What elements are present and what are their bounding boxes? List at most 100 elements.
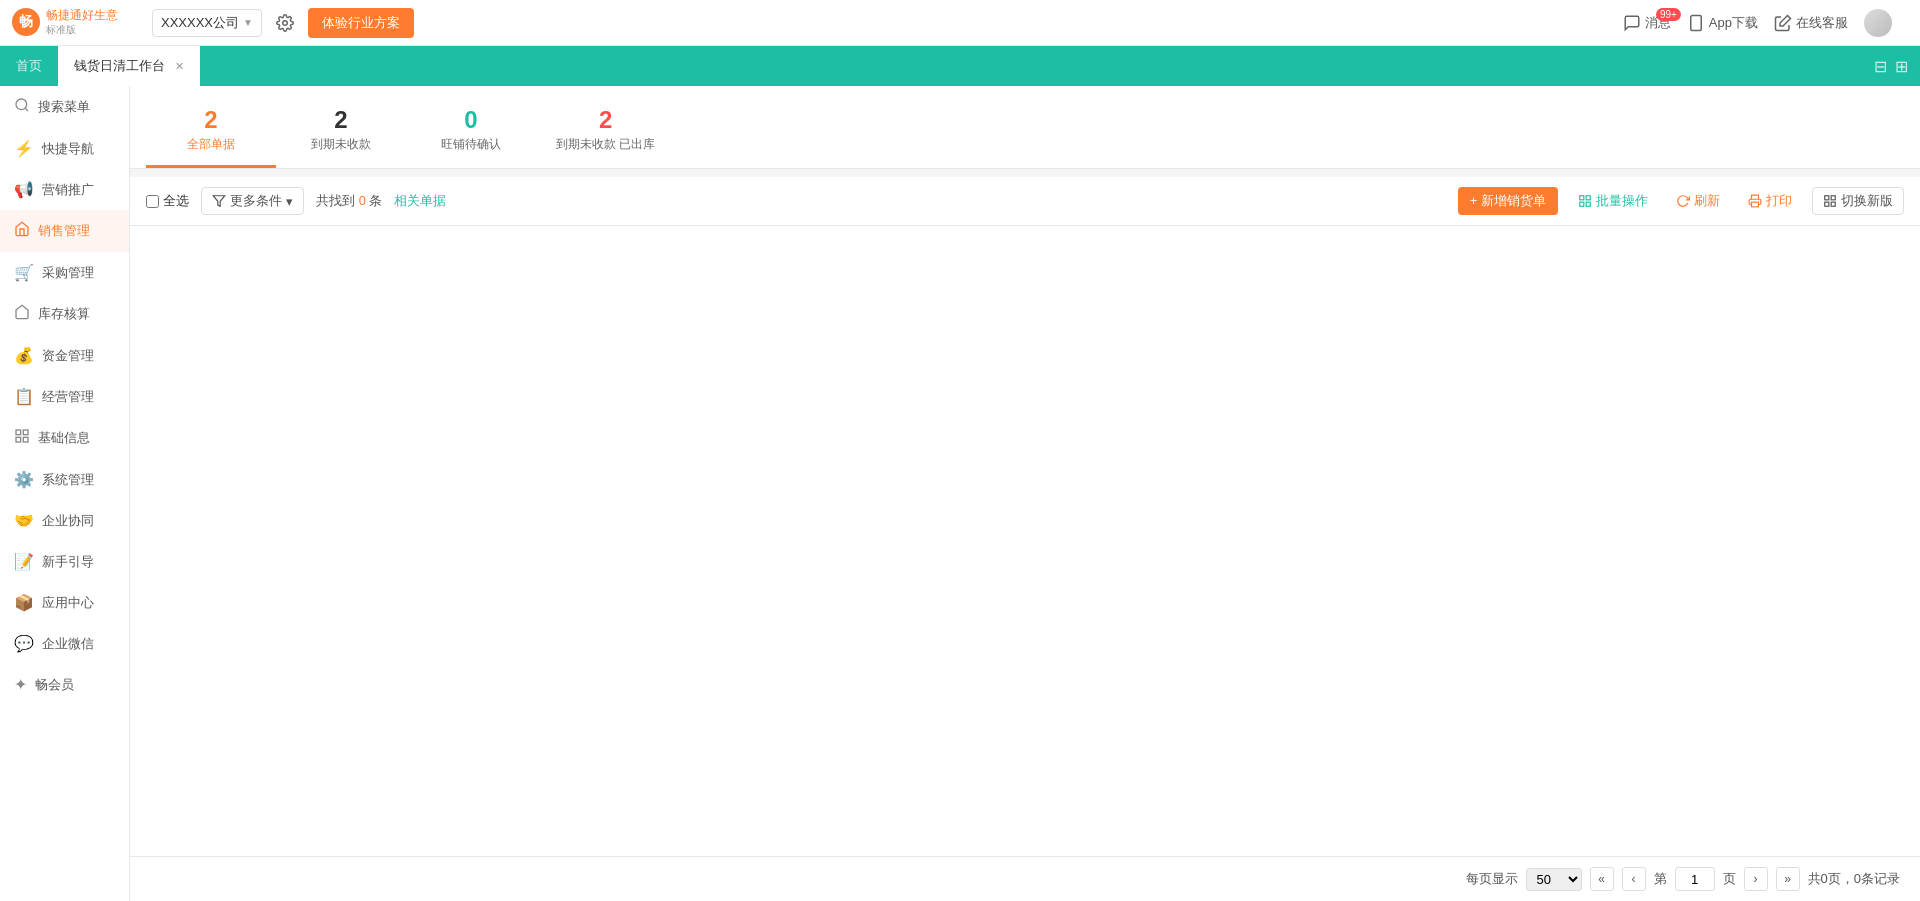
svg-marker-3 bbox=[1780, 15, 1791, 26]
wechat-icon: 💬 bbox=[14, 634, 34, 653]
svg-rect-7 bbox=[23, 430, 28, 435]
first-page-button[interactable]: « bbox=[1590, 867, 1614, 891]
toolbar-right: + 新增销货单 批量操作 刷新 bbox=[1458, 187, 1904, 215]
filter-button[interactable]: 更多条件 ▾ bbox=[201, 187, 304, 215]
enterprise-icon: 🤝 bbox=[14, 511, 34, 530]
minimize-icon[interactable]: ⊟ bbox=[1874, 57, 1887, 76]
stat-overdue-label: 到期未收款 bbox=[296, 136, 386, 153]
refresh-button[interactable]: 刷新 bbox=[1668, 188, 1728, 214]
stat-shipped-label: 到期未收款 已出库 bbox=[556, 136, 655, 153]
company-name: XXXXXX公司 bbox=[161, 14, 239, 32]
sidebar-item-finance[interactable]: 💰 资金管理 bbox=[0, 335, 129, 376]
member-icon: ✦ bbox=[14, 675, 27, 694]
sidebar-item-wechat[interactable]: 💬 企业微信 bbox=[0, 623, 129, 664]
sidebar-item-sales[interactable]: 销售管理 bbox=[0, 210, 129, 252]
maximize-icon[interactable]: ⊞ bbox=[1895, 57, 1908, 76]
checkbox-input[interactable] bbox=[146, 195, 159, 208]
sidebar-inventory-label: 库存核算 bbox=[38, 305, 90, 323]
tab-workbench[interactable]: 钱货日清工作台 ✕ bbox=[58, 46, 200, 86]
sidebar-item-marketing[interactable]: 📢 营销推广 bbox=[0, 169, 129, 210]
select-all-checkbox[interactable]: 全选 bbox=[146, 192, 189, 210]
sidebar-wechat-label: 企业微信 bbox=[42, 635, 94, 653]
appcenter-icon: 📦 bbox=[14, 593, 34, 612]
stat-all-label: 全部单据 bbox=[166, 136, 256, 153]
stat-tab-pending[interactable]: 0 旺铺待确认 bbox=[406, 98, 536, 168]
batch-label: 批量操作 bbox=[1596, 192, 1648, 210]
company-selector[interactable]: XXXXXX公司 ▼ bbox=[152, 9, 262, 37]
management-icon: 📋 bbox=[14, 387, 34, 406]
settings-button[interactable] bbox=[270, 8, 300, 38]
per-page-select[interactable]: 50 100 200 bbox=[1526, 868, 1582, 891]
sidebar-item-system[interactable]: ⚙️ 系统管理 bbox=[0, 459, 129, 500]
print-button[interactable]: 打印 bbox=[1740, 188, 1800, 214]
svg-rect-17 bbox=[1831, 196, 1835, 200]
prev-page-button[interactable]: ‹ bbox=[1622, 867, 1646, 891]
sidebar-item-quicknav[interactable]: ⚡ 快捷导航 bbox=[0, 128, 129, 169]
sidebar: 搜索菜单 ⚡ 快捷导航 📢 营销推广 销售管理 🛒 采购管理 bbox=[0, 86, 130, 901]
tab-home-label: 首页 bbox=[16, 57, 42, 75]
purchase-icon: 🛒 bbox=[14, 263, 34, 282]
tab-bar: 首页 钱货日清工作台 ✕ ⊟ ⊞ bbox=[0, 46, 1920, 86]
sidebar-management-label: 经营管理 bbox=[42, 388, 94, 406]
svg-rect-6 bbox=[16, 430, 21, 435]
found-text: 共找到 0 条 bbox=[316, 192, 382, 210]
page-input[interactable] bbox=[1675, 867, 1715, 891]
svg-rect-19 bbox=[1831, 202, 1835, 206]
stat-tab-overdue[interactable]: 2 到期未收款 bbox=[276, 98, 406, 168]
stat-tab-shipped[interactable]: 2 到期未收款 已出库 bbox=[536, 98, 675, 168]
app-download-item[interactable]: App下载 bbox=[1687, 14, 1758, 32]
total-text: 共0页，0条记录 bbox=[1808, 870, 1900, 888]
sidebar-item-appcenter[interactable]: 📦 应用中心 bbox=[0, 582, 129, 623]
sidebar-item-purchase[interactable]: 🛒 采购管理 bbox=[0, 252, 129, 293]
svg-rect-15 bbox=[1752, 202, 1759, 207]
toolbar: 全选 更多条件 ▾ 共找到 0 条 相关单据 + 新增销货单 bbox=[130, 177, 1920, 226]
experience-button[interactable]: 体验行业方案 bbox=[308, 8, 414, 38]
message-item[interactable]: 消息 99+ bbox=[1623, 14, 1671, 32]
filter-label: 更多条件 bbox=[230, 192, 282, 210]
message-badge: 99+ bbox=[1656, 8, 1681, 21]
sidebar-marketing-label: 营销推广 bbox=[42, 181, 94, 199]
sidebar-item-management[interactable]: 📋 经营管理 bbox=[0, 376, 129, 417]
svg-rect-16 bbox=[1825, 196, 1829, 200]
add-button[interactable]: + 新增销货单 bbox=[1458, 187, 1558, 215]
sidebar-item-member[interactable]: ✦ 畅会员 bbox=[0, 664, 129, 705]
sidebar-item-enterprise[interactable]: 🤝 企业协同 bbox=[0, 500, 129, 541]
tab-workbench-label: 钱货日清工作台 bbox=[74, 57, 165, 75]
sidebar-item-basic-info[interactable]: 基础信息 bbox=[0, 417, 129, 459]
system-icon: ⚙️ bbox=[14, 470, 34, 489]
main-layout: 搜索菜单 ⚡ 快捷导航 📢 营销推广 销售管理 🛒 采购管理 bbox=[0, 86, 1920, 901]
stat-all-num: 2 bbox=[166, 106, 256, 134]
found-unit: 条 bbox=[369, 193, 382, 208]
search-icon bbox=[14, 97, 30, 117]
tab-home[interactable]: 首页 bbox=[0, 46, 58, 86]
found-prefix: 共找到 bbox=[316, 193, 355, 208]
sidebar-finance-label: 资金管理 bbox=[42, 347, 94, 365]
avatar[interactable] bbox=[1864, 9, 1892, 37]
stat-shipped-num: 2 bbox=[556, 106, 655, 134]
header-right: 消息 99+ App下载 在线客服 bbox=[1623, 9, 1908, 37]
online-service-item[interactable]: 在线客服 bbox=[1774, 14, 1848, 32]
related-link[interactable]: 相关单据 bbox=[394, 192, 446, 210]
stat-tab-all[interactable]: 2 全部单据 bbox=[146, 98, 276, 168]
select-all-label: 全选 bbox=[163, 192, 189, 210]
sidebar-item-search[interactable]: 搜索菜单 bbox=[0, 86, 129, 128]
refresh-label: 刷新 bbox=[1694, 192, 1720, 210]
sidebar-search-label: 搜索菜单 bbox=[38, 98, 90, 116]
last-page-button[interactable]: » bbox=[1776, 867, 1800, 891]
logo-sub: 标准版 bbox=[46, 23, 118, 37]
page-label: 第 bbox=[1654, 870, 1667, 888]
sidebar-item-inventory[interactable]: 库存核算 bbox=[0, 293, 129, 335]
svg-rect-8 bbox=[23, 437, 28, 442]
next-page-button[interactable]: › bbox=[1744, 867, 1768, 891]
tab-close-icon[interactable]: ✕ bbox=[175, 60, 184, 73]
tab-expand-area: ⊟ ⊞ bbox=[1874, 46, 1920, 86]
filter-arrow-icon: ▾ bbox=[286, 194, 293, 209]
batch-button[interactable]: 批量操作 bbox=[1570, 188, 1656, 214]
svg-rect-13 bbox=[1586, 202, 1590, 206]
svg-rect-9 bbox=[16, 437, 21, 442]
switch-label: 切换新版 bbox=[1841, 192, 1893, 210]
switch-button[interactable]: 切换新版 bbox=[1812, 187, 1904, 215]
sidebar-item-guide[interactable]: 📝 新手引导 bbox=[0, 541, 129, 582]
per-page-label: 每页显示 bbox=[1466, 870, 1518, 888]
sidebar-sales-label: 销售管理 bbox=[38, 222, 90, 240]
